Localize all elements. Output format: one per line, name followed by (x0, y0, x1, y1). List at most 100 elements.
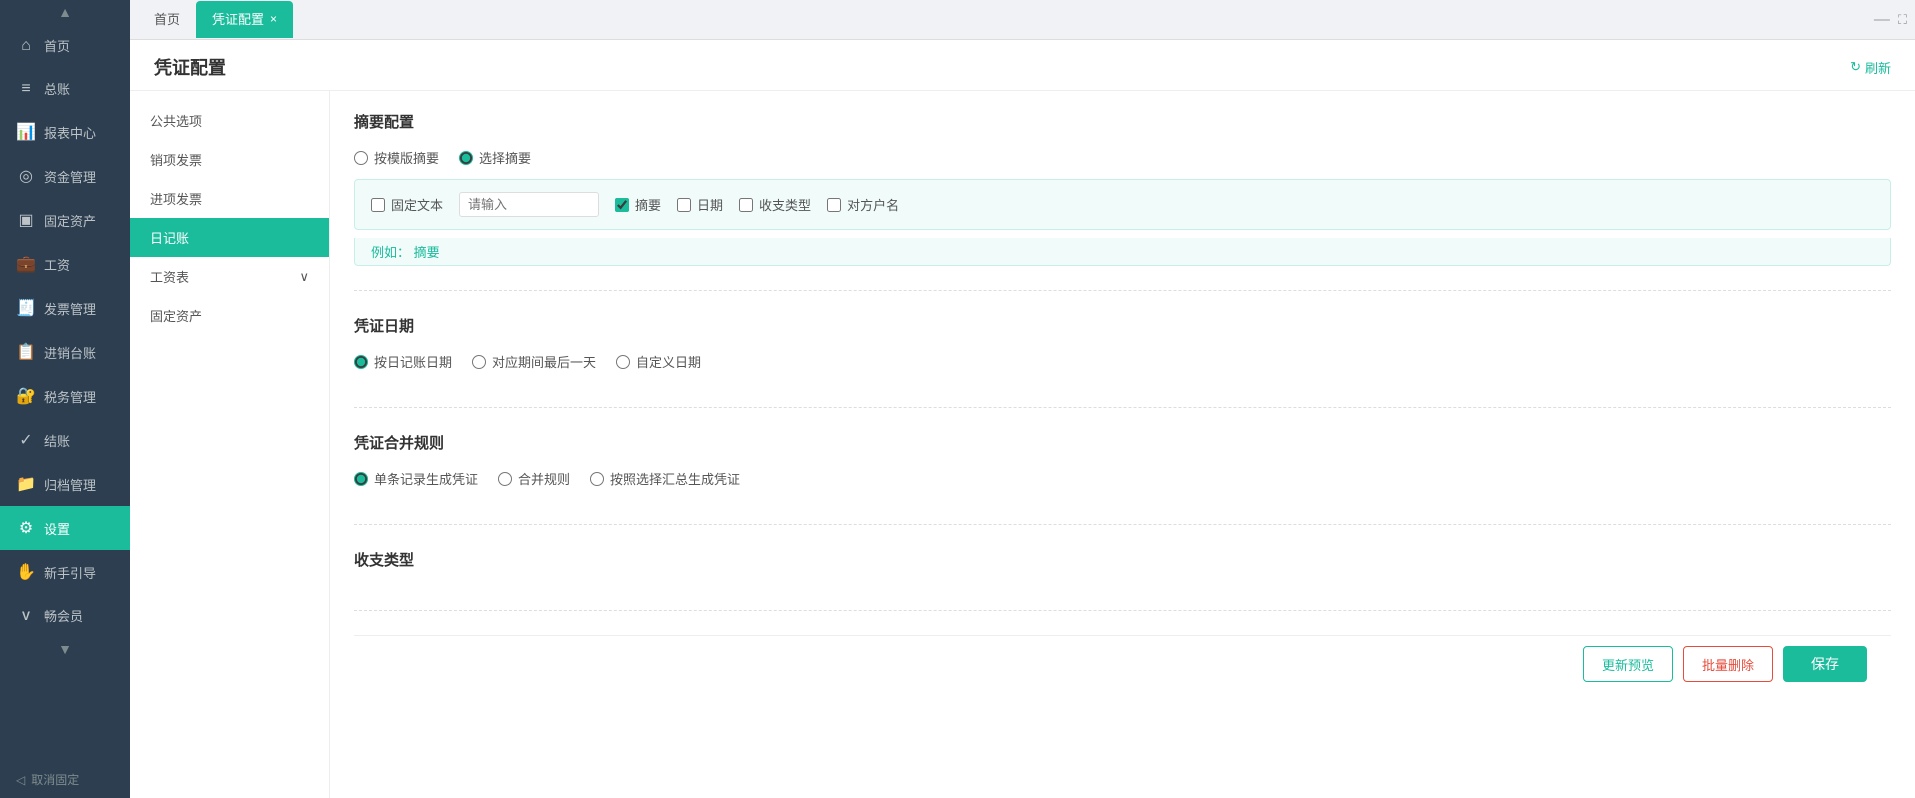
tab-voucher-config[interactable]: 凭证配置 × (196, 1, 293, 38)
section-income-type-title: 收支类型 (354, 549, 1891, 570)
checkbox-counterpart[interactable]: 对方户名 (827, 195, 899, 214)
sidebar-item-settings[interactable]: ⚙ 设置 (0, 506, 130, 550)
income-type-checkbox[interactable] (739, 198, 753, 212)
sidebar-item-salary[interactable]: 💼 工资 (0, 242, 130, 286)
invoice-icon: 🧾 (16, 298, 36, 318)
sidebar-item-guide[interactable]: ✋ 新手引导 (0, 550, 130, 594)
sidebar-item-assets[interactable]: ▣ 固定资产 (0, 198, 130, 242)
assets-icon: ▣ (16, 210, 36, 230)
radio-template-input[interactable] (354, 151, 368, 165)
left-nav-public[interactable]: 公共选项 (130, 101, 329, 140)
radio-merge-rule[interactable]: 合并规则 (498, 469, 570, 488)
sidebar-item-fund[interactable]: ◎ 资金管理 (0, 154, 130, 198)
sidebar-item-ledger[interactable]: ≡ 总账 (0, 67, 130, 110)
window-maximize-icon[interactable]: ⛶ (1898, 12, 1907, 28)
main-area: 首页 凭证配置 × — ⛶ 凭证配置 ↻ 刷新 公共选项 销项发票 进项 (130, 0, 1915, 798)
sidebar-item-tax[interactable]: 🔐 税务管理 (0, 374, 130, 418)
radio-select-merge[interactable]: 按照选择汇总生成凭证 (590, 469, 740, 488)
update-preview-button[interactable]: 更新预览 (1583, 646, 1673, 682)
tax-icon: 🔐 (16, 386, 36, 406)
batch-delete-button[interactable]: 批量删除 (1683, 646, 1773, 682)
sidebar-item-archive[interactable]: 📁 归档管理 (0, 462, 130, 506)
left-nav-purchase[interactable]: 进项发票 (130, 179, 329, 218)
content-layout: 公共选项 销项发票 进项发票 日记账 工资表 ∨ 固定资产 摘要配置 (130, 91, 1915, 798)
home-icon: ⌂ (16, 37, 36, 55)
radio-last-day-input[interactable] (472, 355, 486, 369)
sidebar-item-invoice[interactable]: 🧾 发票管理 (0, 286, 130, 330)
purchase-icon: 📋 (16, 342, 36, 362)
sidebar-item-close[interactable]: ✓ 结账 (0, 418, 130, 462)
fund-icon: ◎ (16, 166, 36, 186)
date-radio-group: 按日记账日期 对应期间最后一天 自定义日期 (354, 352, 1891, 371)
section-date-title: 凭证日期 (354, 315, 1891, 336)
counterpart-checkbox[interactable] (827, 198, 841, 212)
sidebar-item-home[interactable]: ⌂ 首页 (0, 24, 130, 67)
sidebar-item-report[interactable]: 📊 报表中心 (0, 110, 130, 154)
sidebar: ▲ ⌂ 首页 ≡ 总账 📊 报表中心 ◎ 资金管理 ▣ 固定资产 💼 工资 🧾 … (0, 0, 130, 798)
tab-bar-right: — ⛶ (1874, 11, 1907, 29)
report-icon: 📊 (16, 122, 36, 142)
expand-arrow-icon: ∨ (299, 269, 309, 285)
guide-icon: ✋ (16, 562, 36, 582)
window-minimize-icon[interactable]: — (1874, 11, 1890, 29)
section-date: 凭证日期 按日记账日期 对应期间最后一天 自定义日期 (354, 315, 1891, 408)
date-checkbox[interactable] (677, 198, 691, 212)
tab-close-icon[interactable]: × (270, 12, 277, 26)
radio-journal-date[interactable]: 按日记账日期 (354, 352, 452, 371)
tab-bar: 首页 凭证配置 × — ⛶ (130, 0, 1915, 40)
fixed-text-checkbox[interactable] (371, 198, 385, 212)
tab-home[interactable]: 首页 (138, 1, 196, 38)
section-merge: 凭证合并规则 单条记录生成凭证 合并规则 按照选择汇总生成凭证 (354, 432, 1891, 525)
summary-checkbox-row: 固定文本 摘要 日期 收支类型 (354, 179, 1891, 230)
summary-checkbox[interactable] (615, 198, 629, 212)
left-nav: 公共选项 销项发票 进项发票 日记账 工资表 ∨ 固定资产 (130, 91, 330, 798)
radio-template-summary[interactable]: 按模版摘要 (354, 148, 439, 167)
radio-select-input[interactable] (459, 151, 473, 165)
checkbox-income-type[interactable]: 收支类型 (739, 195, 811, 214)
summary-radio-group: 按模版摘要 选择摘要 (354, 148, 1891, 167)
close-accounts-icon: ✓ (16, 430, 36, 450)
radio-select-summary[interactable]: 选择摘要 (459, 148, 531, 167)
page-header: 凭证配置 ↻ 刷新 (130, 40, 1915, 91)
member-icon: V (16, 609, 36, 623)
footer-actions: 更新预览 批量删除 保存 (354, 635, 1891, 692)
left-nav-sales[interactable]: 销项发票 (130, 140, 329, 179)
sidebar-scroll-down[interactable]: ▼ (0, 637, 130, 661)
archive-icon: 📁 (16, 474, 36, 494)
section-summary-title: 摘要配置 (354, 111, 1891, 132)
radio-custom-date-input[interactable] (616, 355, 630, 369)
sidebar-item-member[interactable]: V 畅会员 (0, 594, 130, 637)
page-title: 凭证配置 (154, 54, 226, 80)
radio-single-record[interactable]: 单条记录生成凭证 (354, 469, 478, 488)
pin-icon: ◁ (16, 773, 25, 787)
merge-radio-group: 单条记录生成凭证 合并规则 按照选择汇总生成凭证 (354, 469, 1891, 488)
sidebar-pin-toggle[interactable]: ◁ 取消固定 (0, 761, 130, 798)
section-summary: 摘要配置 按模版摘要 选择摘要 固定文本 (354, 111, 1891, 291)
left-nav-fixed[interactable]: 固定资产 (130, 296, 329, 335)
section-income-type: 收支类型 (354, 549, 1891, 611)
radio-merge-rule-input[interactable] (498, 472, 512, 486)
right-content: 摘要配置 按模版摘要 选择摘要 固定文本 (330, 91, 1915, 798)
refresh-icon: ↻ (1850, 59, 1861, 75)
radio-single-input[interactable] (354, 472, 368, 486)
checkbox-fixed-text[interactable]: 固定文本 (371, 195, 443, 214)
example-text: 例如： 摘要 (354, 238, 1891, 266)
fixed-text-input[interactable] (459, 192, 599, 217)
checkbox-summary[interactable]: 摘要 (615, 195, 661, 214)
sidebar-scroll-up[interactable]: ▲ (0, 0, 130, 24)
settings-icon: ⚙ (16, 518, 36, 538)
radio-last-day[interactable]: 对应期间最后一天 (472, 352, 596, 371)
sidebar-item-purchase[interactable]: 📋 进销台账 (0, 330, 130, 374)
ledger-icon: ≡ (16, 80, 36, 98)
left-nav-payroll[interactable]: 工资表 ∨ (130, 257, 329, 296)
left-nav-journal[interactable]: 日记账 (130, 218, 329, 257)
salary-icon: 💼 (16, 254, 36, 274)
summary-options-container: 固定文本 摘要 日期 收支类型 (354, 179, 1891, 266)
radio-select-merge-input[interactable] (590, 472, 604, 486)
refresh-button[interactable]: ↻ 刷新 (1850, 58, 1891, 77)
checkbox-date[interactable]: 日期 (677, 195, 723, 214)
radio-custom-date[interactable]: 自定义日期 (616, 352, 701, 371)
section-merge-title: 凭证合并规则 (354, 432, 1891, 453)
radio-journal-date-input[interactable] (354, 355, 368, 369)
save-button[interactable]: 保存 (1783, 646, 1867, 682)
